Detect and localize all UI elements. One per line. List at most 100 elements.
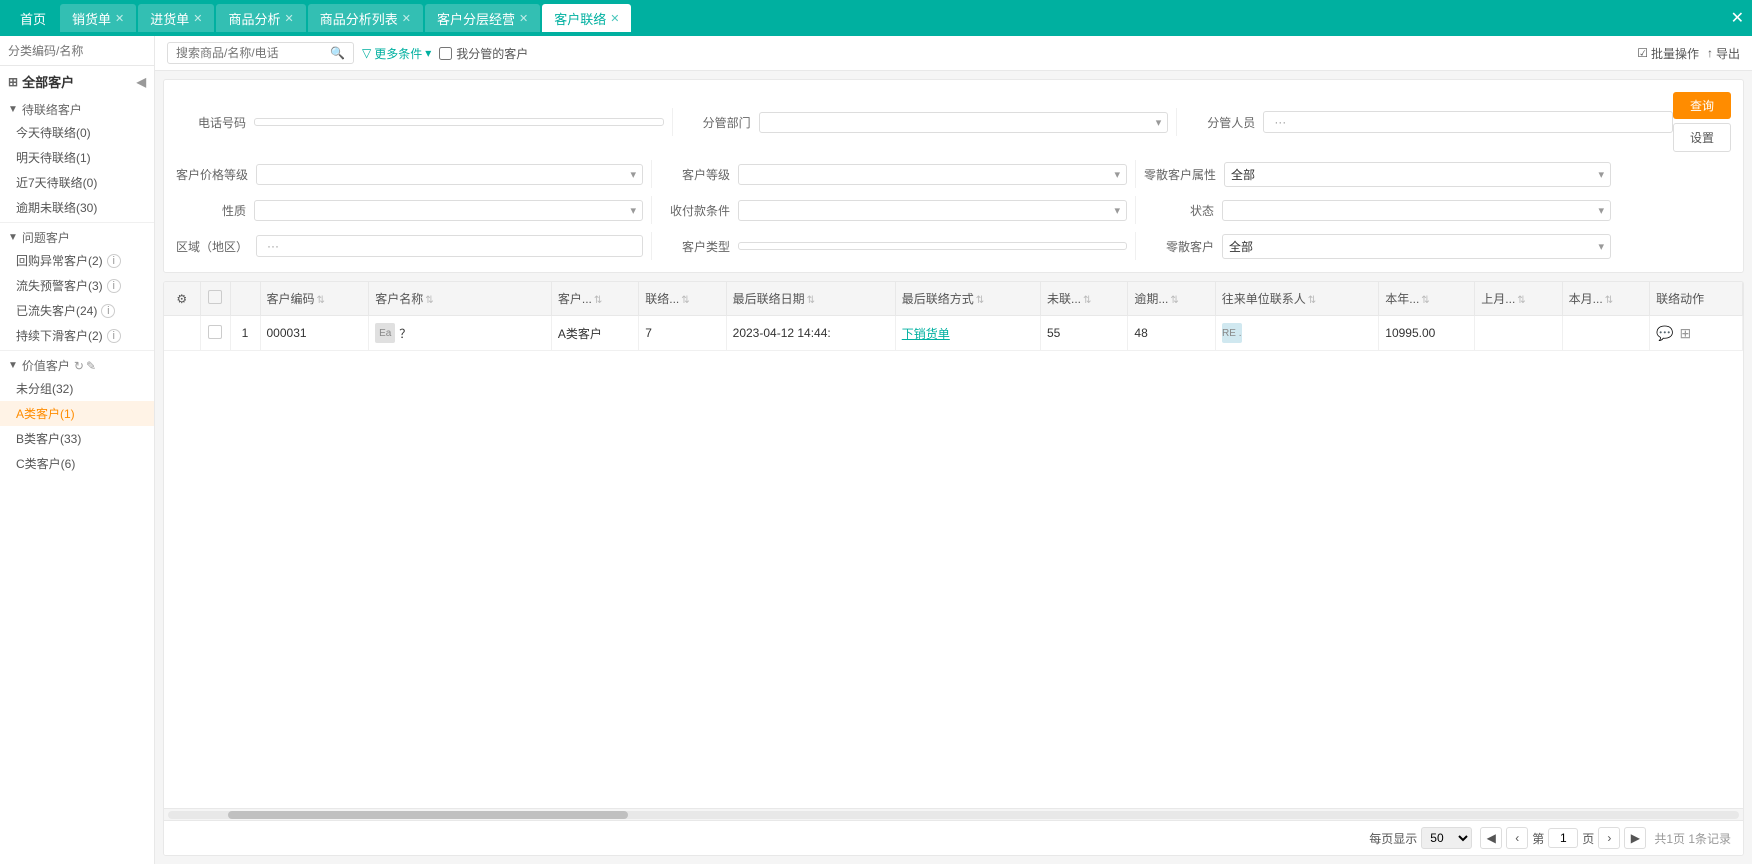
app-close-button[interactable]: ✕: [1731, 8, 1744, 28]
filter-region-select[interactable]: ···: [256, 235, 643, 257]
per-page-label: 每页显示: [1369, 830, 1417, 847]
filter-customer-level-select[interactable]: ▾: [738, 164, 1127, 185]
filter-payment-terms-select[interactable]: ▾: [738, 200, 1127, 221]
value-customer-label: 价值客户: [22, 357, 70, 374]
header-checkbox[interactable]: [208, 290, 222, 304]
setting-button[interactable]: 设置: [1673, 123, 1731, 152]
scroll-track[interactable]: [168, 811, 1739, 819]
batch-op-label: 批量操作: [1651, 45, 1699, 62]
filter-divider-7: [651, 232, 652, 260]
col-last-contact-method[interactable]: 最后联络方式⇅: [895, 282, 1040, 316]
retail-attr-chevron: ▾: [1598, 168, 1604, 181]
col-overdue[interactable]: 逾期...⇅: [1128, 282, 1215, 316]
col-this-year[interactable]: 本年...⇅: [1379, 282, 1475, 316]
tab-customer-segment[interactable]: 客户分层经营 ✕: [425, 4, 540, 32]
page-last-button[interactable]: ▶: [1624, 827, 1646, 849]
filter-divider-5: [651, 196, 652, 224]
row-checkbox[interactable]: [200, 316, 230, 351]
my-customers-checkbox-label[interactable]: 我分管的客户: [439, 45, 528, 62]
qr-action-icon[interactable]: ⊞: [1680, 325, 1692, 342]
tab-goods-analysis[interactable]: 商品分析 ✕: [216, 4, 305, 32]
col-last-month[interactable]: 上月...⇅: [1475, 282, 1562, 316]
filter-nature: 性质 ▾: [176, 196, 643, 224]
main-search-input[interactable]: [176, 46, 326, 60]
tab-customer-contact-close[interactable]: ✕: [610, 12, 619, 25]
col-category[interactable]: 客户...⇅: [551, 282, 638, 316]
export-button[interactable]: ↑ 导出: [1707, 45, 1740, 62]
col-gear[interactable]: ⚙: [164, 282, 200, 316]
tab-goods-analysis-list-close[interactable]: ✕: [402, 12, 411, 25]
filter-retail-attr-select[interactable]: 全部 ▾: [1224, 162, 1611, 187]
sidebar-item-type-b[interactable]: B类客户(33): [0, 426, 154, 451]
page-first-button[interactable]: ◀: [1480, 827, 1502, 849]
repurchase-info-icon[interactable]: i: [107, 254, 121, 268]
tab-home[interactable]: 首页: [8, 4, 58, 32]
sidebar-collapse-icon[interactable]: ◀: [137, 75, 146, 89]
filter-retail-customer-label: 零散客户: [1144, 238, 1214, 255]
tab-goods-analysis-list[interactable]: 商品分析列表 ✕: [308, 4, 423, 32]
tab-goods-analysis-label: 商品分析: [228, 9, 280, 28]
tab-goods-analysis-close[interactable]: ✕: [285, 12, 294, 25]
sidebar-item-type-c[interactable]: C类客户(6): [0, 451, 154, 476]
table-wrapper[interactable]: ⚙ 客户编码⇅ 客户名称⇅ 客户...⇅ 联络...⇅ 最后联络日期⇅ 最后联络…: [164, 282, 1743, 808]
main-search-box[interactable]: 🔍: [167, 42, 354, 64]
sidebar-search-input[interactable]: [8, 44, 155, 58]
sidebar-item-declining[interactable]: 持续下滑客户(2) i: [0, 323, 154, 348]
col-contact[interactable]: 联络...⇅: [639, 282, 726, 316]
value-edit-icon[interactable]: ✎: [86, 359, 96, 373]
tab-customer-contact[interactable]: 客户联络 ✕: [542, 4, 631, 32]
filter-price-level-select[interactable]: ▾: [256, 164, 643, 185]
filter-retail-customer: 零散客户 全部 ▾: [1144, 232, 1611, 260]
sidebar-search-box[interactable]: 🔍: [0, 36, 154, 66]
tab-sales-close[interactable]: ✕: [115, 12, 124, 25]
filter-nature-select[interactable]: ▾: [254, 200, 643, 221]
churned-info-icon[interactable]: i: [101, 304, 115, 318]
tab-purchase-close[interactable]: ✕: [193, 12, 202, 25]
horizontal-scrollbar[interactable]: [164, 808, 1743, 820]
more-filters-button[interactable]: ▽ 更多条件 ▾: [362, 45, 431, 62]
filter-retail-customer-select[interactable]: 全部 ▾: [1222, 234, 1611, 259]
row-last-contact-method[interactable]: 下销货单: [895, 316, 1040, 351]
all-customers-header[interactable]: ⊞ 全部客户 ◀: [0, 66, 154, 97]
declining-info-icon[interactable]: i: [107, 329, 121, 343]
col-this-month[interactable]: 本月...⇅: [1562, 282, 1649, 316]
filter-phone-input[interactable]: [254, 118, 664, 126]
scroll-thumb[interactable]: [228, 811, 628, 819]
filter-dept-select[interactable]: ▾: [759, 112, 1169, 133]
sidebar-item-7days[interactable]: 近7天待联络(0): [0, 170, 154, 195]
sidebar-item-today[interactable]: 今天待联络(0): [0, 120, 154, 145]
main-search-icon[interactable]: 🔍: [330, 46, 345, 60]
churn-warning-info-icon[interactable]: i: [107, 279, 121, 293]
batch-operation-button[interactable]: ☑ 批量操作: [1637, 45, 1699, 62]
tab-sales[interactable]: 销货单 ✕: [60, 4, 136, 32]
page-prev-button[interactable]: ‹: [1506, 827, 1528, 849]
sidebar-item-type-a[interactable]: A类客户(1): [0, 401, 154, 426]
tab-customer-contact-label: 客户联络: [554, 9, 606, 28]
page-next-button[interactable]: ›: [1598, 827, 1620, 849]
col-last-contact-date[interactable]: 最后联络日期⇅: [726, 282, 895, 316]
sidebar-item-churn-warning[interactable]: 流失预警客户(3) i: [0, 273, 154, 298]
content-area: 🔍 ▽ 更多条件 ▾ 我分管的客户 ☑ 批量操作 ↑ 导出: [155, 36, 1752, 864]
chat-action-icon[interactable]: 💬: [1656, 325, 1673, 342]
sidebar-item-repurchase-abnormal[interactable]: 回购异常客户(2) i: [0, 248, 154, 273]
sidebar-item-tomorrow[interactable]: 明天待联络(1): [0, 145, 154, 170]
filter-payment-terms-label: 收付款条件: [660, 202, 730, 219]
sidebar-item-churned[interactable]: 已流失客户(24) i: [0, 298, 154, 323]
col-code[interactable]: 客户编码⇅: [260, 282, 369, 316]
col-checkbox[interactable]: [200, 282, 230, 316]
tab-customer-segment-close[interactable]: ✕: [519, 12, 528, 25]
sidebar-item-overdue[interactable]: 逾期未联络(30): [0, 195, 154, 220]
per-page-select[interactable]: 20 50 100 200: [1421, 827, 1472, 849]
filter-manager-select[interactable]: ···: [1263, 111, 1673, 133]
my-customers-checkbox[interactable]: [439, 47, 452, 60]
filter-status-select[interactable]: ▾: [1222, 200, 1611, 221]
value-refresh-icon[interactable]: ↻: [74, 359, 84, 373]
col-name[interactable]: 客户名称⇅: [369, 282, 552, 316]
page-number-input[interactable]: [1548, 828, 1578, 848]
col-no-contact[interactable]: 未联...⇅: [1041, 282, 1128, 316]
filter-customer-type-input[interactable]: [738, 242, 1127, 250]
sidebar-item-ungrouped[interactable]: 未分组(32): [0, 376, 154, 401]
col-unit-contact[interactable]: 往来单位联系人⇅: [1215, 282, 1379, 316]
query-button[interactable]: 查询: [1673, 92, 1731, 119]
tab-purchase[interactable]: 进货单 ✕: [138, 4, 214, 32]
